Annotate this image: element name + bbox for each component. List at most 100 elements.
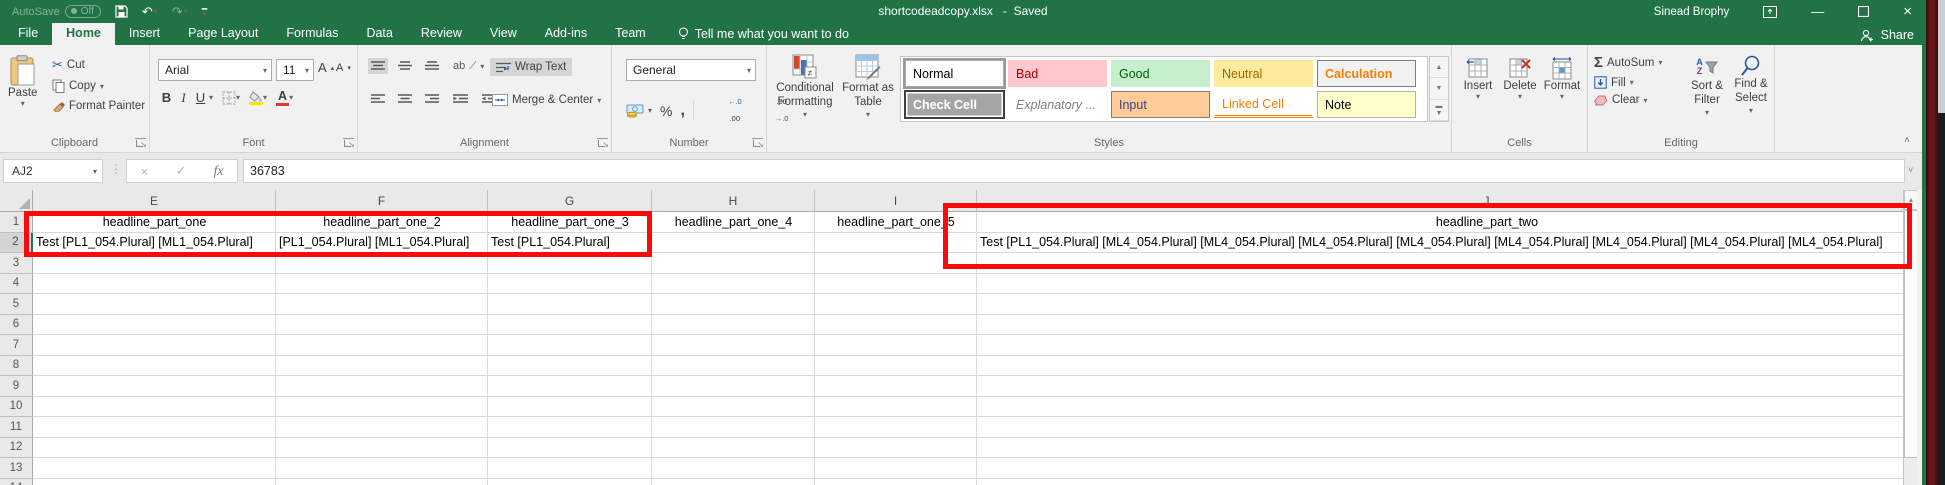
cell-style-calculation[interactable]: Calculation [1317,60,1416,87]
autosave-toggle[interactable]: AutoSave Off [12,5,101,18]
column-header-G[interactable]: G [488,190,652,212]
middle-align-button[interactable] [395,58,415,74]
copy-button[interactable]: Copy ▾ [52,79,145,93]
number-dialog-launcher[interactable]: ↘ [752,138,764,149]
redo-button[interactable]: ↷ ▾ [172,5,188,18]
orientation-dropdown-icon[interactable]: ▾ [480,62,484,71]
tab-data[interactable]: Data [352,23,406,45]
font-name-combo[interactable]: Arial ▾ [158,59,272,81]
clear-dropdown-icon[interactable]: ▾ [1643,96,1647,105]
cell-H13[interactable] [652,458,815,479]
cell-H12[interactable] [652,437,815,458]
find-select-button[interactable]: Find & Select ▾ [1730,54,1772,115]
cell-G13[interactable] [488,458,652,479]
cell-F13[interactable] [276,458,488,479]
confirm-entry-button[interactable]: ✓ [175,163,186,179]
comma-style-button[interactable]: , [680,102,684,120]
row-header-5[interactable]: 5 [0,294,33,315]
styles-scroll-up-button[interactable]: ▲ [1430,57,1448,79]
column-header-E[interactable]: E [33,190,276,212]
find-select-dropdown-icon[interactable]: ▾ [1749,106,1753,115]
cell-J4[interactable] [977,274,1903,294]
formula-bar-expand-icon[interactable]: ˅ [1908,165,1913,175]
cell-F7[interactable] [276,335,488,356]
clipboard-dialog-launcher[interactable]: ↘ [135,138,147,149]
cell-H2[interactable] [652,232,815,253]
tell-me-box[interactable]: Tell me what you want to do [660,24,861,45]
cell-style-note[interactable]: Note [1317,91,1416,118]
cell-H6[interactable] [652,314,815,335]
cell-G10[interactable] [488,396,652,417]
cell-I14[interactable] [815,478,977,485]
cell-G6[interactable] [488,314,652,335]
cell-G7[interactable] [488,335,652,356]
styles-scroll-down-button[interactable]: ▼ [1430,78,1448,100]
cell-F9[interactable] [276,376,488,397]
tab-file[interactable]: File [4,23,52,45]
column-header-F[interactable]: F [276,190,488,212]
cell-style-linked-cell[interactable]: Linked Cell [1214,91,1313,118]
borders-dropdown-icon[interactable]: ▾ [236,93,240,102]
cell-J14[interactable] [977,479,1903,485]
cell-H3[interactable] [652,253,815,274]
tab-view[interactable]: View [476,23,531,45]
fill-color-dropdown-icon[interactable]: ▾ [263,93,267,102]
italic-button[interactable]: I [175,90,192,106]
fill-button[interactable]: Fill ▾ [1594,76,1662,89]
cancel-entry-button[interactable]: × [141,164,149,179]
cell-H1[interactable]: headline_part_one_4 [652,212,815,233]
underline-button[interactable]: U [192,90,209,105]
align-center-button[interactable] [395,91,415,107]
cell-H14[interactable] [652,478,815,485]
cell-E13[interactable] [33,458,276,479]
cell-E9[interactable] [33,376,276,397]
row-header-6[interactable]: 6 [0,314,33,335]
format-cells-dropdown-icon[interactable]: ▾ [1560,92,1564,101]
cell-style-check-cell[interactable]: Check Cell [905,91,1004,118]
conditional-formatting-button[interactable]: ≠ Conditional Formatting ▾ [773,54,837,119]
sort-filter-dropdown-icon[interactable]: ▾ [1705,108,1709,117]
cell-G14[interactable] [488,478,652,485]
tab-insert[interactable]: Insert [115,23,174,45]
cell-G11[interactable] [488,417,652,438]
cell-I10[interactable] [815,396,977,417]
cell-J12[interactable] [977,438,1903,458]
styles-gallery-more-button[interactable]: ▬ ▼ [1430,100,1448,121]
cell-F4[interactable] [276,273,488,294]
close-button[interactable]: × [1903,4,1912,19]
cell-J7[interactable] [977,335,1903,356]
cell-I8[interactable] [815,355,977,376]
cell-E7[interactable] [33,335,276,356]
cell-E4[interactable] [33,273,276,294]
select-all-button[interactable] [0,190,33,212]
tab-home[interactable]: Home [52,23,115,45]
row-header-11[interactable]: 11 [0,417,33,438]
alignment-dialog-launcher[interactable]: ↘ [597,138,609,149]
percent-style-button[interactable]: % [660,103,672,119]
insert-function-button[interactable]: fx [214,163,224,179]
name-box[interactable]: AJ2 ▾ [3,159,103,183]
tab-add-ins[interactable]: Add-ins [531,23,601,45]
cell-style-neutral[interactable]: Neutral [1214,60,1313,87]
font-color-dropdown-icon[interactable]: ▾ [289,93,293,102]
cell-I9[interactable] [815,376,977,397]
cell-E11[interactable] [33,417,276,438]
cell-F6[interactable] [276,314,488,335]
collapse-ribbon-button[interactable]: ˄ [1904,135,1910,146]
cell-E6[interactable] [33,314,276,335]
cell-H9[interactable] [652,376,815,397]
cell-G8[interactable] [488,355,652,376]
cell-style-explanatory-[interactable]: Explanatory ... [1008,91,1107,118]
decrease-indent-button[interactable] [450,91,471,107]
cell-H5[interactable] [652,294,815,315]
font-color-button[interactable]: A [276,89,290,106]
accounting-format-button[interactable]: ▾ [626,104,652,118]
column-header-H[interactable]: H [652,190,815,212]
row-header-9[interactable]: 9 [0,376,33,397]
sort-filter-button[interactable]: AZ Sort & Filter ▾ [1684,54,1730,117]
cell-I4[interactable] [815,273,977,294]
format-as-table-dropdown-icon[interactable]: ▾ [866,110,870,119]
cell-J6[interactable] [977,315,1903,335]
cell-I7[interactable] [815,335,977,356]
cell-H4[interactable] [652,273,815,294]
